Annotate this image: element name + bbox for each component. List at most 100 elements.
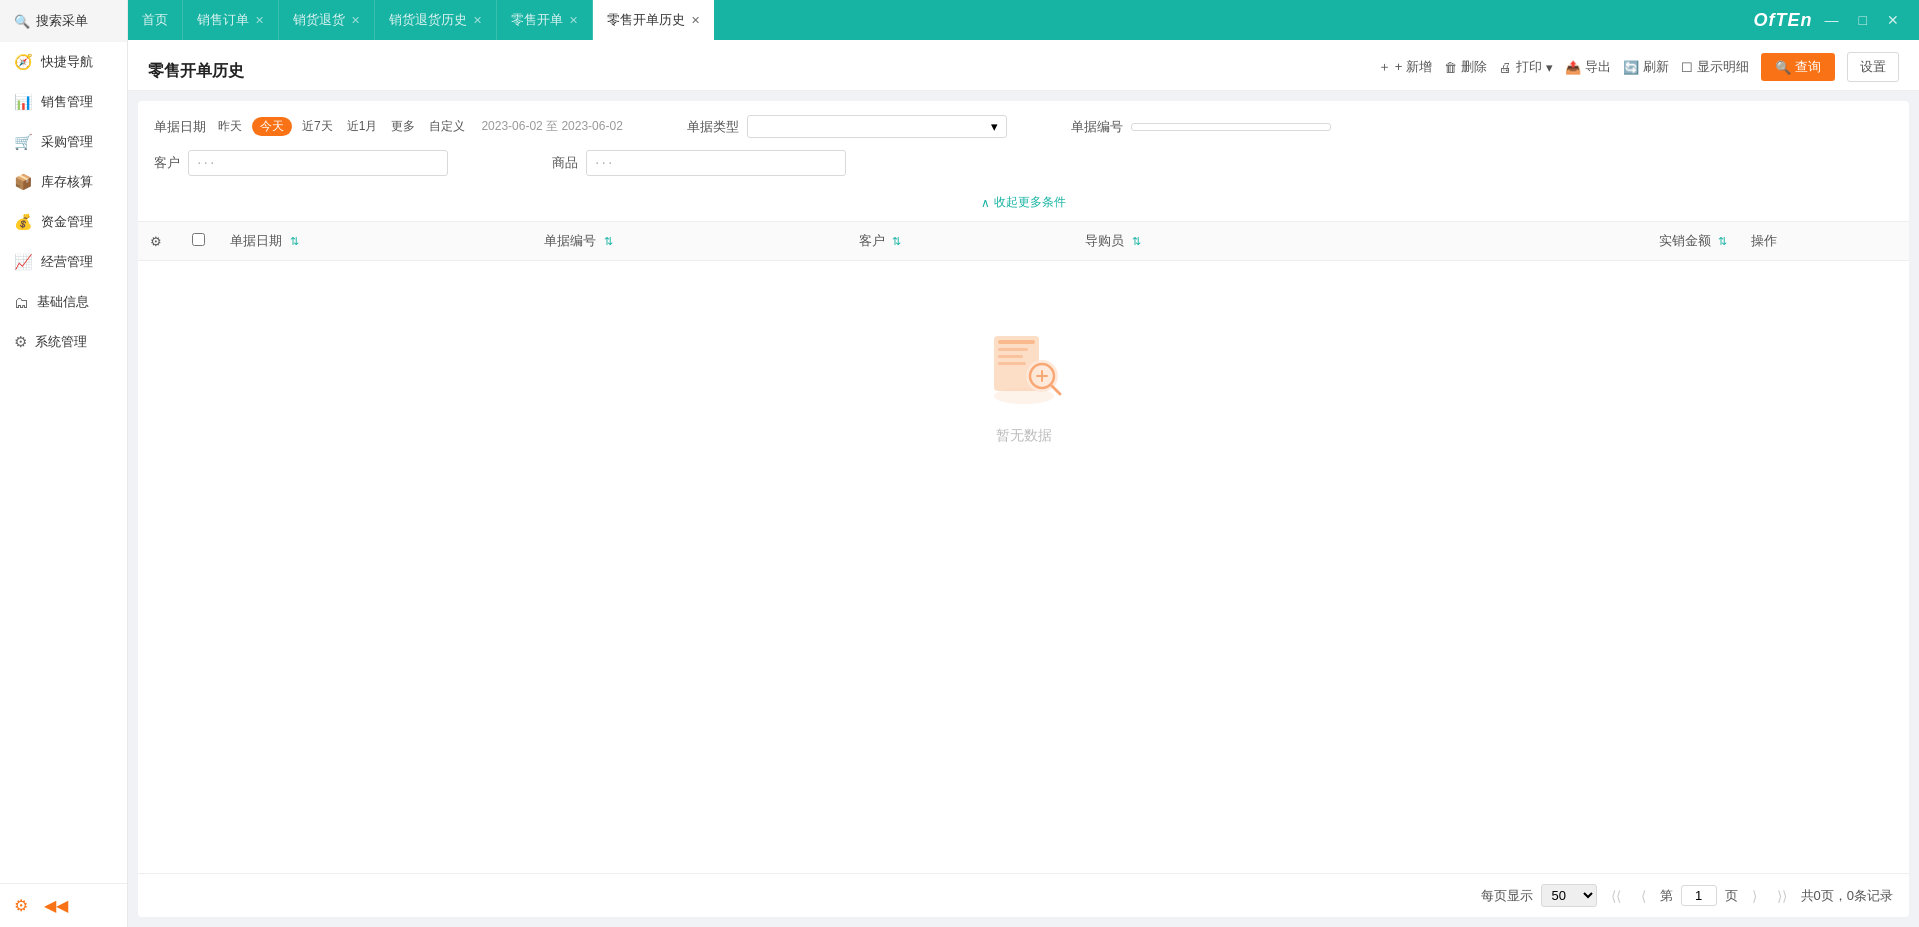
close-tab-sales-return-history[interactable]: ✕ [473,14,482,27]
bill-type-label: 单据类型 [687,118,739,136]
sort-amount-icon[interactable]: ⇅ [1718,235,1727,247]
minimize-button[interactable]: — [1817,8,1847,32]
close-tab-retail-open[interactable]: ✕ [569,14,578,27]
date-btn-yesterday[interactable]: 昨天 [214,117,246,136]
page-title: 零售开单历史 [148,61,244,82]
sidebar-item-inventory[interactable]: 📦 库存核算 [0,162,127,202]
th-customer[interactable]: 客户 ⇅ [847,222,1073,261]
chevron-down-icon: ▾ [991,119,998,134]
query-label: 查询 [1795,58,1821,76]
goods-input[interactable]: ··· [586,150,846,176]
close-tab-retail-open-history[interactable]: ✕ [691,14,700,27]
customer-filter: 客户 ··· [154,150,448,176]
th-amount[interactable]: 实销金额 ⇅ [1425,222,1739,261]
display-detail-button[interactable]: ☐ 显示明细 [1681,58,1749,76]
delete-button[interactable]: 🗑 删除 [1444,58,1487,76]
sidebar-search[interactable]: 🔍 搜索采单 [0,0,127,42]
date-btn-custom[interactable]: 自定义 [425,117,469,136]
date-btn-more[interactable]: 更多 [387,117,419,136]
query-button[interactable]: 🔍 查询 [1761,53,1835,81]
page-suffix: 页 [1725,887,1738,905]
th-bill-no[interactable]: 单据编号 ⇅ [532,222,846,261]
tab-sales-return-label: 销货退货 [293,11,345,29]
date-btn-last1month[interactable]: 近1月 [343,117,382,136]
tab-sales-order[interactable]: 销售订单 ✕ [183,0,279,40]
refresh-button[interactable]: 🔄 刷新 [1623,58,1669,76]
sidebar-item-label: 系统管理 [35,333,87,351]
svg-line-8 [1052,386,1060,394]
filter-row-1: 单据日期 昨天 今天 近7天 近1月 更多 自定义 2023-06-02 至 2… [154,115,1893,138]
add-button[interactable]: ＋ + 新增 [1378,58,1432,76]
search-icon: 🔍 [14,14,30,29]
sidebar-search-label: 搜索采单 [36,12,88,30]
sidebar-item-finance[interactable]: 💰 资金管理 [0,202,127,242]
page-number-input[interactable] [1681,885,1717,906]
quick-nav-icon: 🧭 [14,53,33,71]
last-page-button[interactable]: ⟩⟩ [1771,886,1793,906]
topbar: 首页 销售订单 ✕ 销货退货 ✕ 销货退货历史 ✕ 零售开单 ✕ 零售开单历史 … [128,0,1919,40]
sort-customer-icon[interactable]: ⇅ [892,235,901,247]
column-settings-icon[interactable]: ⚙ [150,234,162,249]
settings-button[interactable]: 设置 [1847,52,1899,82]
refresh-label: 刷新 [1643,58,1669,76]
bill-type-select[interactable]: ▾ [747,115,1007,138]
th-settings[interactable]: ⚙ [138,222,178,261]
th-spacer [1343,222,1424,261]
content-area: 单据日期 昨天 今天 近7天 近1月 更多 自定义 2023-06-02 至 2… [138,101,1909,917]
settings-label: 设置 [1860,58,1886,76]
settings-icon[interactable]: ⚙ [14,896,28,915]
first-page-button[interactable]: ⟨⟨ [1605,886,1627,906]
collapse-sidebar-icon[interactable]: ◀◀ [44,896,68,915]
sidebar-item-basic-info[interactable]: 🗂 基础信息 [0,282,127,322]
page-header: 零售开单历史 ＋ + 新增 🗑 删除 🖨 打印 ▾ 📤 导出 🔄 刷新 [128,40,1919,91]
sidebar-item-operations[interactable]: 📈 经营管理 [0,242,127,282]
sidebar-item-label: 快捷导航 [41,53,93,71]
sidebar-item-quick-nav[interactable]: 🧭 快捷导航 [0,42,127,82]
close-tab-sales-order[interactable]: ✕ [255,14,264,27]
sidebar-item-system[interactable]: ⚙ 系统管理 [0,322,127,362]
total-info: 共0页，0条记录 [1801,887,1893,905]
svg-rect-3 [998,348,1028,351]
date-btn-last7[interactable]: 近7天 [298,117,337,136]
tab-home[interactable]: 首页 [128,0,183,40]
sidebar-item-purchase[interactable]: 🛒 采购管理 [0,122,127,162]
sort-date-icon[interactable]: ⇅ [290,235,299,247]
customer-input[interactable]: ··· [188,150,448,176]
th-salesperson[interactable]: 导购员 ⇅ [1073,222,1343,261]
pagination: 每页显示 50 100 200 ⟨⟨ ⟨ 第 页 ⟩ ⟩⟩ 共0页，0条记录 [138,873,1909,917]
maximize-button[interactable]: □ [1851,8,1875,32]
sort-bill-no-icon[interactable]: ⇅ [604,235,613,247]
export-label: 导出 [1585,58,1611,76]
tab-sales-return[interactable]: 销货退货 ✕ [279,0,375,40]
close-button[interactable]: ✕ [1879,8,1907,32]
tab-retail-open-history[interactable]: 零售开单历史 ✕ [593,0,714,40]
sidebar: 🔍 搜索采单 🧭 快捷导航 📊 销售管理 🛒 采购管理 📦 库存核算 💰 资金管… [0,0,128,927]
main-area: 首页 销售订单 ✕ 销货退货 ✕ 销货退货历史 ✕ 零售开单 ✕ 零售开单历史 … [128,0,1919,927]
svg-rect-5 [998,362,1026,365]
close-tab-sales-return[interactable]: ✕ [351,14,360,27]
th-salesperson-label: 导购员 [1085,233,1124,248]
next-page-button[interactable]: ⟩ [1746,886,1763,906]
sort-salesperson-icon[interactable]: ⇅ [1132,235,1141,247]
select-all-checkbox[interactable] [192,233,205,246]
export-button[interactable]: 📤 导出 [1565,58,1611,76]
tab-retail-open-label: 零售开单 [511,11,563,29]
collapse-filter-button[interactable]: ∧ 收起更多条件 [154,188,1893,217]
tab-sales-return-history[interactable]: 销货退货历史 ✕ [375,0,497,40]
th-date[interactable]: 单据日期 ⇅ [218,222,532,261]
goods-label: 商品 [552,154,578,172]
page-size-select[interactable]: 50 100 200 [1541,884,1597,907]
sidebar-item-sales[interactable]: 📊 销售管理 [0,82,127,122]
prev-page-button[interactable]: ⟨ [1635,886,1652,906]
sidebar-item-label: 采购管理 [41,133,93,151]
checkbox-icon: ☐ [1681,60,1693,75]
bill-no-input[interactable] [1131,123,1331,131]
display-label: 显示明细 [1697,58,1749,76]
date-btn-today[interactable]: 今天 [252,117,292,136]
query-icon: 🔍 [1775,60,1791,75]
th-date-label: 单据日期 [230,233,282,248]
print-button[interactable]: 🖨 打印 ▾ [1499,58,1553,76]
sidebar-item-label: 库存核算 [41,173,93,191]
tab-retail-open[interactable]: 零售开单 ✕ [497,0,593,40]
th-checkbox[interactable] [178,222,218,261]
